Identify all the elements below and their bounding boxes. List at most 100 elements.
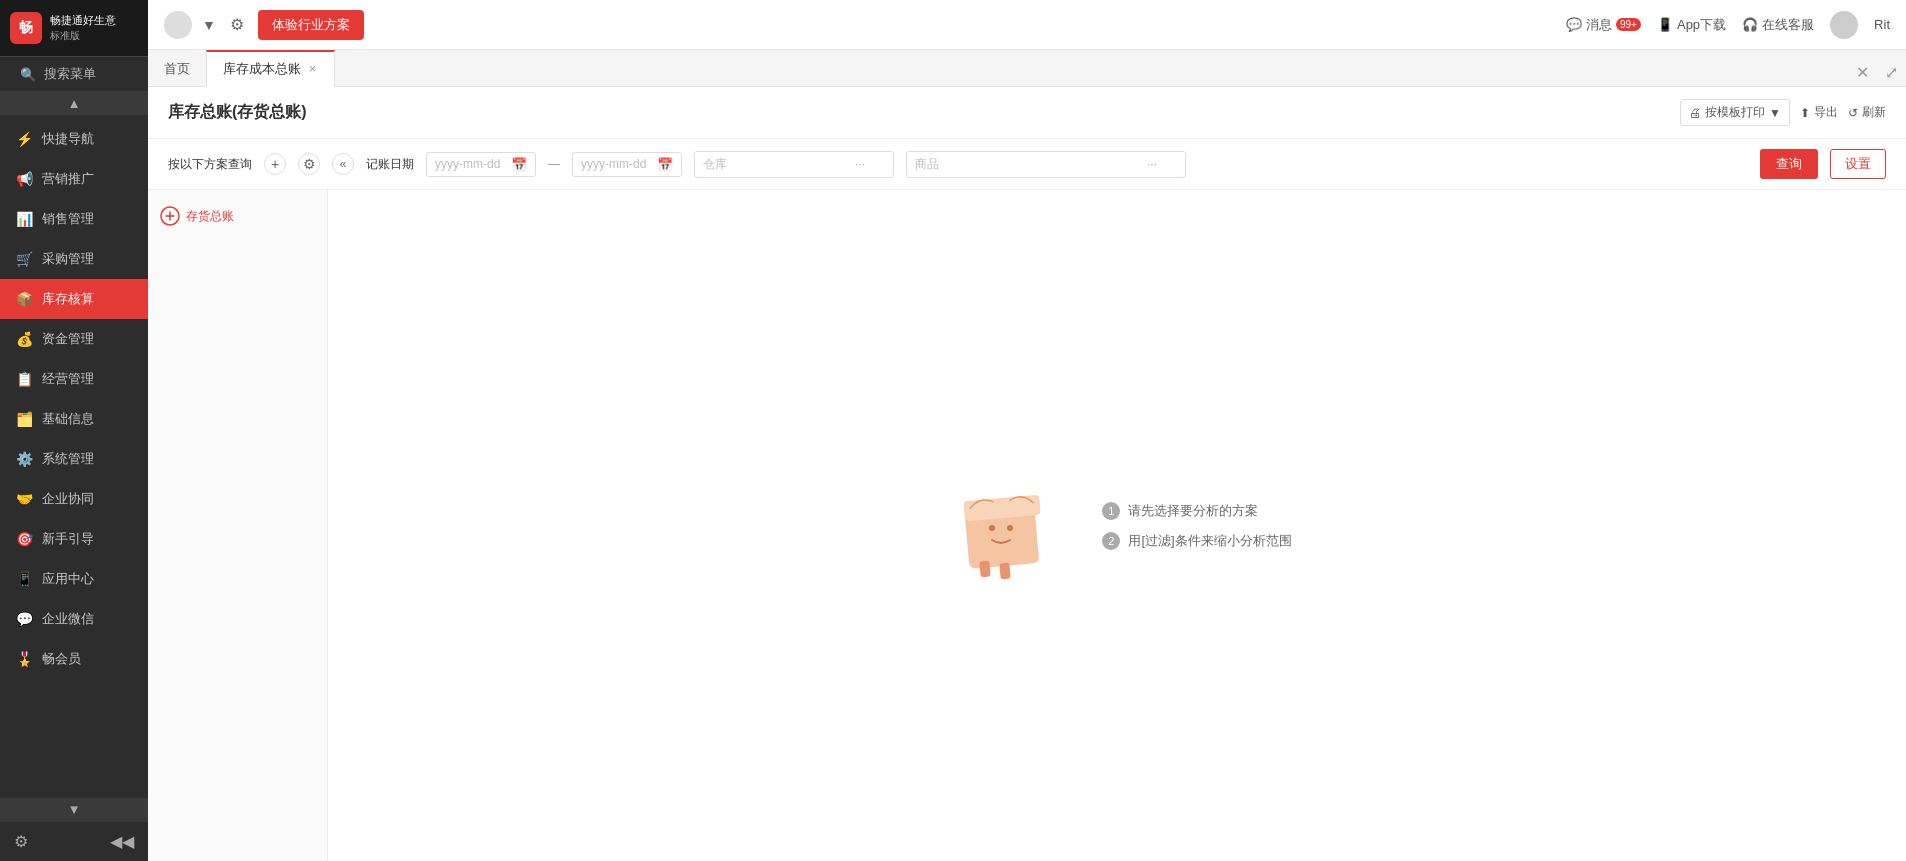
tip-number-1: 1 <box>1102 502 1120 520</box>
export-icon: ⬆ <box>1800 106 1810 120</box>
tab-home-label: 首页 <box>164 61 190 76</box>
add-icon: + <box>271 156 279 172</box>
search-label: 搜索菜单 <box>44 65 96 83</box>
calendar-start-icon: 📅 <box>511 157 527 172</box>
tab-home[interactable]: 首页 <box>148 52 206 86</box>
sidebar-item-label: 销售管理 <box>42 210 94 228</box>
empty-state: 1 请先选择要分析的方案 2 用[过滤]条件来缩小分析范围 <box>328 190 1906 861</box>
basic-icon: 🗂️ <box>14 409 34 429</box>
panel-close-btn[interactable]: ✕ <box>1848 59 1877 86</box>
filter-settings-btn[interactable]: ⚙ <box>298 153 320 175</box>
sidebar-item-label: 资金管理 <box>42 330 94 348</box>
settings-action-btn[interactable]: 设置 <box>1830 149 1886 179</box>
sidebar-item-label: 畅会员 <box>42 650 81 668</box>
user-avatar-right[interactable] <box>1830 11 1858 39</box>
topbar-settings-btn[interactable]: ⚙ <box>226 11 248 38</box>
print-btn[interactable]: 🖨 按模板打印 ▼ <box>1680 99 1790 126</box>
collapse-icon: « <box>340 157 347 171</box>
sidebar-item-wechat[interactable]: 💬 企业微信 <box>0 599 148 639</box>
sidebar-item-member[interactable]: 🎖️ 畅会员 <box>0 639 148 679</box>
footer-settings-icon[interactable]: ⚙ <box>14 832 28 851</box>
sidebar-item-label: 营销推广 <box>42 170 94 188</box>
filter-scheme-label: 按以下方案查询 <box>168 156 252 173</box>
empty-svg <box>942 466 1062 586</box>
filter-collapse-btn[interactable]: « <box>332 153 354 175</box>
app-sub: 标准版 <box>50 29 116 43</box>
sidebar-item-label: 应用中心 <box>42 570 94 588</box>
messages-btn[interactable]: 💬 消息 99+ <box>1566 16 1641 34</box>
tab-inventory-ledger[interactable]: 库存成本总账 × <box>206 50 335 87</box>
filter-add-btn[interactable]: + <box>264 153 286 175</box>
tab-close-btn[interactable]: × <box>307 62 318 76</box>
sidebar-item-operation[interactable]: 📋 经营管理 <box>0 359 148 399</box>
sidebar-item-sales[interactable]: 📊 销售管理 <box>0 199 148 239</box>
sidebar-item-basic[interactable]: 🗂️ 基础信息 <box>0 399 148 439</box>
sidebar-item-finance[interactable]: 💰 资金管理 <box>0 319 148 359</box>
industry-btn[interactable]: 体验行业方案 <box>258 10 364 40</box>
messages-badge: 99+ <box>1616 18 1641 31</box>
topbar: ▼ ⚙ 体验行业方案 💬 消息 99+ 📱 App下载 🎧 在线客服 Rit <box>148 0 1906 50</box>
svg-point-6 <box>1007 525 1013 531</box>
sidebar-item-purchase[interactable]: 🛒 采购管理 <box>0 239 148 279</box>
empty-tip-1: 1 请先选择要分析的方案 <box>1102 502 1291 520</box>
sidebar-search[interactable]: 🔍 搜索菜单 <box>0 57 148 92</box>
print-label: 按模板打印 <box>1705 104 1765 121</box>
quick-nav-icon: ⚡ <box>14 129 34 149</box>
sidebar-item-enterprise[interactable]: 🤝 企业协同 <box>0 479 148 519</box>
print-icon: 🖨 <box>1689 106 1701 120</box>
refresh-icon: ↺ <box>1848 106 1858 120</box>
user-avatar-top <box>164 11 192 39</box>
app-download-btn[interactable]: 📱 App下载 <box>1657 16 1726 34</box>
filter-settings-icon: ⚙ <box>303 156 316 172</box>
online-service-btn[interactable]: 🎧 在线客服 <box>1742 16 1814 34</box>
tab-label: 库存成本总账 <box>223 60 301 78</box>
scroll-up-btn[interactable]: ▲ <box>0 92 148 115</box>
sidebar-item-label: 采购管理 <box>42 250 94 268</box>
scroll-down-btn[interactable]: ▼ <box>0 798 148 821</box>
sidebar-item-label: 经营管理 <box>42 370 94 388</box>
operation-icon: 📋 <box>14 369 34 389</box>
main-table-area: 1 请先选择要分析的方案 2 用[过滤]条件来缩小分析范围 <box>328 190 1906 861</box>
product-more-icon: ··· <box>1147 157 1157 171</box>
tip-text-2: 用[过滤]条件来缩小分析范围 <box>1128 532 1291 550</box>
sidebar-item-inventory[interactable]: 📦 库存核算 <box>0 279 148 319</box>
sidebar-item-system[interactable]: ⚙️ 系统管理 <box>0 439 148 479</box>
export-label: 导出 <box>1814 104 1838 121</box>
date-start-input[interactable]: yyyy-mm-dd 📅 <box>426 152 536 177</box>
sidebar-item-app-center[interactable]: 📱 应用中心 <box>0 559 148 599</box>
finance-icon: 💰 <box>14 329 34 349</box>
svg-rect-4 <box>1000 562 1011 579</box>
sidebar-item-label: 库存核算 <box>42 290 94 308</box>
system-icon: ⚙️ <box>14 449 34 469</box>
marketing-icon: 📢 <box>14 169 34 189</box>
online-service-label: 在线客服 <box>1762 16 1814 34</box>
sidebar-footer: ⚙ ◀◀ <box>0 821 148 861</box>
footer-audio-icon[interactable]: ◀◀ <box>110 832 134 851</box>
empty-tips: 1 请先选择要分析的方案 2 用[过滤]条件来缩小分析范围 <box>1102 502 1291 550</box>
panel-expand-btn[interactable]: ⤢ <box>1877 59 1906 86</box>
sidebar-item-marketing[interactable]: 📢 营销推广 <box>0 159 148 199</box>
date-start-placeholder: yyyy-mm-dd <box>435 157 500 171</box>
sidebar-item-guide[interactable]: 🎯 新手引导 <box>0 519 148 559</box>
messages-label: 消息 <box>1586 16 1612 34</box>
scheme-sidebar: 存货总账 <box>148 190 328 861</box>
product-select[interactable]: 商品 ··· <box>906 151 1186 178</box>
export-btn[interactable]: ⬆ 导出 <box>1800 104 1838 121</box>
topbar-left: ▼ ⚙ 体验行业方案 <box>164 10 364 40</box>
sales-icon: 📊 <box>14 209 34 229</box>
scheme-item-inventory-ledger[interactable]: 存货总账 <box>148 198 327 234</box>
logo-icon: 畅 <box>10 12 42 44</box>
page-actions: 🖨 按模板打印 ▼ ⬆ 导出 ↺ 刷新 <box>1680 99 1886 138</box>
search-icon: 🔍 <box>20 67 36 82</box>
query-btn[interactable]: 查询 <box>1760 149 1818 179</box>
print-dropdown-icon: ▼ <box>1769 106 1781 120</box>
date-end-placeholder: yyyy-mm-dd <box>581 157 646 171</box>
sidebar: 畅 畅捷通好生意 标准版 🔍 搜索菜单 ▲ ⚡ 快捷导航 📢 营销推广 📊 销售… <box>0 0 148 861</box>
enterprise-icon: 🤝 <box>14 489 34 509</box>
refresh-btn[interactable]: ↺ 刷新 <box>1848 104 1886 121</box>
warehouse-select[interactable]: 仓库 ··· <box>694 151 894 178</box>
date-end-input[interactable]: yyyy-mm-dd 📅 <box>572 152 682 177</box>
product-placeholder: 商品 <box>915 156 939 173</box>
user-dropdown-btn[interactable]: ▼ <box>202 17 216 33</box>
sidebar-item-quick-nav[interactable]: ⚡ 快捷导航 <box>0 119 148 159</box>
